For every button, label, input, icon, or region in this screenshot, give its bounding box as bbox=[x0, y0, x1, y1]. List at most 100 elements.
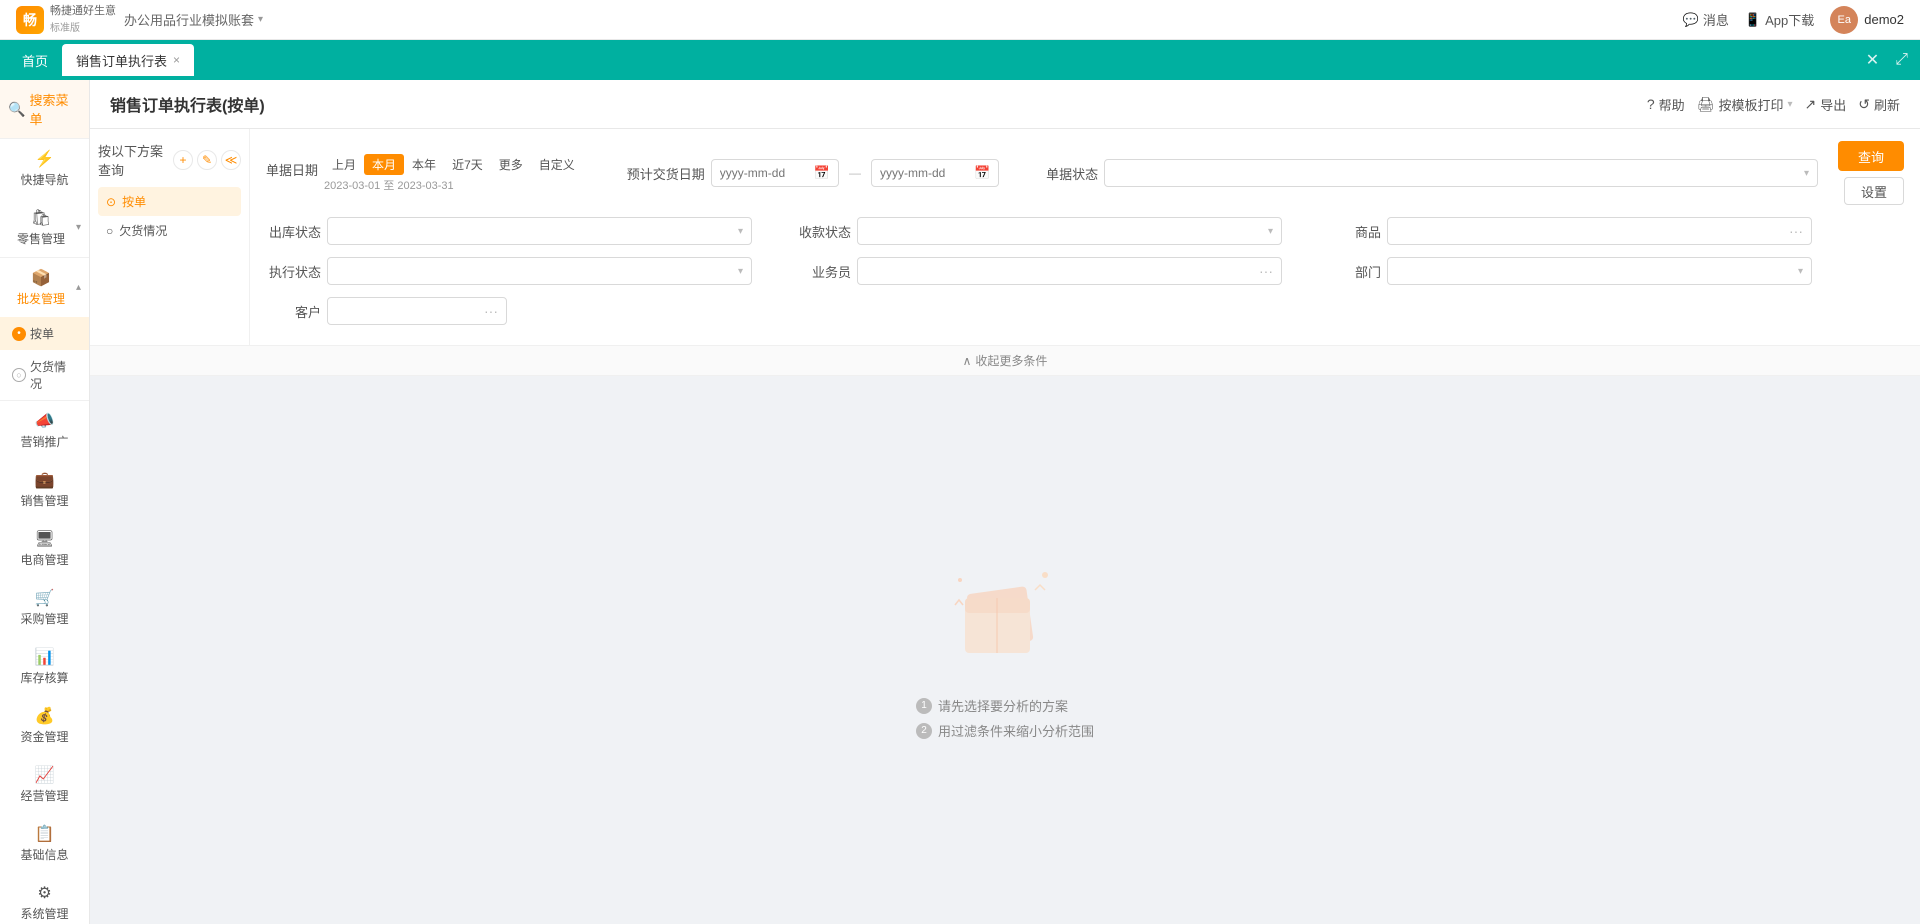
settings-button[interactable]: 设置 bbox=[1844, 177, 1904, 205]
delivery-status-filter: 出库状态 ▾ bbox=[266, 217, 752, 245]
date-tab-last-month[interactable]: 上月 bbox=[324, 154, 364, 175]
basic-icon: 📋 bbox=[35, 824, 55, 844]
system-icon: ⚙ bbox=[37, 883, 51, 903]
app-download-icon: 📱 bbox=[1745, 12, 1761, 28]
goods-label: 商品 bbox=[1326, 222, 1381, 241]
sidebar: 🔍 搜索菜单 ⚡ 快捷导航 🛍 零售管理 ▾ 📦 批发管理 bbox=[0, 80, 90, 924]
breadcrumb-dropdown-icon[interactable]: ▾ bbox=[258, 14, 263, 25]
logo-text: 畅捷通好生意 bbox=[50, 5, 116, 18]
goods-select[interactable]: ··· bbox=[1387, 217, 1812, 245]
payment-status-select[interactable]: ▾ bbox=[857, 217, 1282, 245]
page-header: 销售订单执行表(按单) ? 帮助 🖨 按模板打印 ▾ ↗ 导出 ↺ 刷新 bbox=[90, 80, 1920, 129]
expected-date-from[interactable]: 📅 bbox=[711, 159, 839, 187]
avatar: Ea bbox=[1830, 6, 1858, 34]
execution-status-select[interactable]: ▾ bbox=[327, 257, 752, 285]
sidebar-item-marketing[interactable]: 📣 营销推广 bbox=[0, 401, 89, 460]
sidebar-item-shortcut[interactable]: ⚡ 快捷导航 bbox=[0, 139, 89, 198]
customer-select[interactable]: ··· bbox=[327, 297, 507, 325]
sidebar-item-inventory[interactable]: 📊 库存核算 bbox=[0, 637, 89, 696]
filter-section: 按以下方案查询 + ✎ ≪ bbox=[90, 129, 1920, 376]
scheme-collapse-button[interactable]: ≪ bbox=[221, 150, 241, 170]
retail-icon: 🛍 bbox=[31, 208, 51, 228]
sidebar-sub-item-by-order[interactable]: • 按单 bbox=[0, 317, 89, 350]
sidebar-item-wholesale-left: 📦 批发管理 bbox=[8, 268, 74, 307]
department-select[interactable]: ▾ bbox=[1387, 257, 1812, 285]
order-date-label: 单据日期 bbox=[266, 154, 318, 179]
app-download-button[interactable]: 📱 App下载 bbox=[1745, 10, 1814, 29]
date-tab-7days[interactable]: 近7天 bbox=[444, 154, 491, 175]
top-bar-right: 💬 消息 📱 App下载 Ea demo2 bbox=[1683, 6, 1904, 34]
empty-svg bbox=[945, 560, 1065, 660]
sidebar-item-basic[interactable]: 📋 基础信息 bbox=[0, 814, 89, 873]
collapse-bar[interactable]: ∧ 收起更多条件 bbox=[90, 345, 1920, 376]
content-area: 销售订单执行表(按单) ? 帮助 🖨 按模板打印 ▾ ↗ 导出 ↺ 刷新 bbox=[90, 80, 1920, 924]
export-button[interactable]: ↗ 导出 bbox=[1805, 95, 1847, 114]
tab-bar: 首页 销售订单执行表 × ✕ ⤢ bbox=[0, 40, 1920, 80]
message-button[interactable]: 💬 消息 bbox=[1683, 10, 1729, 29]
expected-date-to[interactable]: 📅 bbox=[871, 159, 999, 187]
sidebar-item-ecommerce[interactable]: 🖥 电商管理 bbox=[0, 519, 89, 578]
scheme-item-shortage[interactable]: ○ 欠货情况 bbox=[98, 216, 241, 245]
sidebar-section-retail: 🛍 零售管理 ▾ bbox=[0, 198, 89, 258]
date-tab-custom[interactable]: 自定义 bbox=[531, 154, 583, 175]
sidebar-item-purchase[interactable]: 🛒 采购管理 bbox=[0, 578, 89, 637]
print-button[interactable]: 🖨 按模板打印 ▾ bbox=[1697, 95, 1793, 114]
tip-num-1: 1 bbox=[916, 698, 932, 714]
logo-icon: 畅 bbox=[16, 6, 44, 34]
search-button[interactable]: 查询 bbox=[1838, 141, 1904, 171]
top-bar: 畅 畅捷通好生意 标准版 办公用品行业模拟账套 ▾ 💬 消息 📱 App下载 E… bbox=[0, 0, 1920, 40]
sidebar-sales-label: 销售管理 bbox=[20, 492, 68, 509]
date-tab-more[interactable]: 更多 bbox=[491, 154, 531, 175]
print-label: 按模板打印 bbox=[1718, 95, 1783, 114]
message-icon: 💬 bbox=[1683, 12, 1699, 28]
delivery-status-select[interactable]: ▾ bbox=[327, 217, 752, 245]
print-icon: 🖨 bbox=[1697, 96, 1715, 113]
sidebar-system-label: 系统管理 bbox=[20, 905, 68, 922]
sidebar-search[interactable]: 🔍 搜索菜单 bbox=[0, 80, 89, 139]
customer-more-icon[interactable]: ··· bbox=[484, 303, 498, 319]
sidebar-item-operations[interactable]: 📈 经营管理 bbox=[0, 755, 89, 814]
expected-date-to-input[interactable] bbox=[880, 166, 970, 180]
scheme-edit-button[interactable]: ✎ bbox=[197, 150, 217, 170]
tab-close-icon[interactable]: × bbox=[173, 53, 180, 67]
refresh-button[interactable]: ↺ 刷新 bbox=[1858, 95, 1900, 114]
scheme-actions: + ✎ ≪ bbox=[173, 150, 241, 170]
sidebar-sub-item-shortage[interactable]: ○ 欠货情况 bbox=[0, 350, 89, 400]
tab-sales-execution[interactable]: 销售订单执行表 × bbox=[62, 44, 194, 76]
shortage-scheme-icon: ○ bbox=[106, 224, 113, 238]
expected-date-from-input[interactable] bbox=[720, 166, 810, 180]
filter-actions: 查询 设置 bbox=[1830, 141, 1904, 205]
purchase-icon: 🛒 bbox=[35, 588, 55, 608]
window-close-button[interactable]: ✕ bbox=[1862, 46, 1883, 74]
order-status-arrow: ▾ bbox=[1804, 168, 1809, 179]
ecommerce-icon: 🖥 bbox=[34, 529, 54, 549]
order-status-select[interactable]: ▾ bbox=[1104, 159, 1818, 187]
user-menu[interactable]: Ea demo2 bbox=[1830, 6, 1904, 34]
operations-icon: 📈 bbox=[35, 765, 55, 785]
filter-row-3: 执行状态 ▾ 业务员 ··· bbox=[266, 257, 1904, 285]
sidebar-item-wholesale[interactable]: 📦 批发管理 ▴ bbox=[0, 258, 89, 317]
scheme-item-by-order[interactable]: ⊙ 按单 bbox=[98, 187, 241, 216]
shortage-dot: ○ bbox=[12, 368, 26, 382]
help-button[interactable]: ? 帮助 bbox=[1647, 95, 1685, 114]
salesperson-select[interactable]: ··· bbox=[857, 257, 1282, 285]
tab-home[interactable]: 首页 bbox=[8, 44, 62, 76]
filter-panel: 按以下方案查询 + ✎ ≪ bbox=[90, 129, 1920, 345]
department-filter: 部门 ▾ bbox=[1326, 257, 1812, 285]
date-tab-this-year[interactable]: 本年 bbox=[404, 154, 444, 175]
sidebar-item-system[interactable]: ⚙ 系统管理 bbox=[0, 873, 89, 924]
expected-date-filter: 预计交货日期 📅 — 📅 bbox=[627, 159, 999, 187]
window-max-button[interactable]: ⤢ bbox=[1891, 47, 1912, 73]
goods-more-icon[interactable]: ··· bbox=[1789, 223, 1803, 239]
logo-area: 畅 畅捷通好生意 标准版 bbox=[16, 5, 116, 33]
sidebar-item-retail[interactable]: 🛍 零售管理 ▾ bbox=[0, 198, 89, 257]
collapse-up-icon: ∧ bbox=[963, 354, 972, 368]
sidebar-ecommerce-label: 电商管理 bbox=[20, 551, 68, 568]
empty-illustration-inner bbox=[945, 560, 1065, 660]
empty-tip-1-text: 请先选择要分析的方案 bbox=[938, 696, 1068, 715]
sidebar-item-sales[interactable]: 💼 销售管理 bbox=[0, 460, 89, 519]
salesperson-more-icon[interactable]: ··· bbox=[1259, 263, 1273, 279]
date-tab-this-month[interactable]: 本月 bbox=[364, 154, 404, 175]
scheme-add-button[interactable]: + bbox=[173, 150, 193, 170]
sidebar-item-finance[interactable]: 💰 资金管理 bbox=[0, 696, 89, 755]
